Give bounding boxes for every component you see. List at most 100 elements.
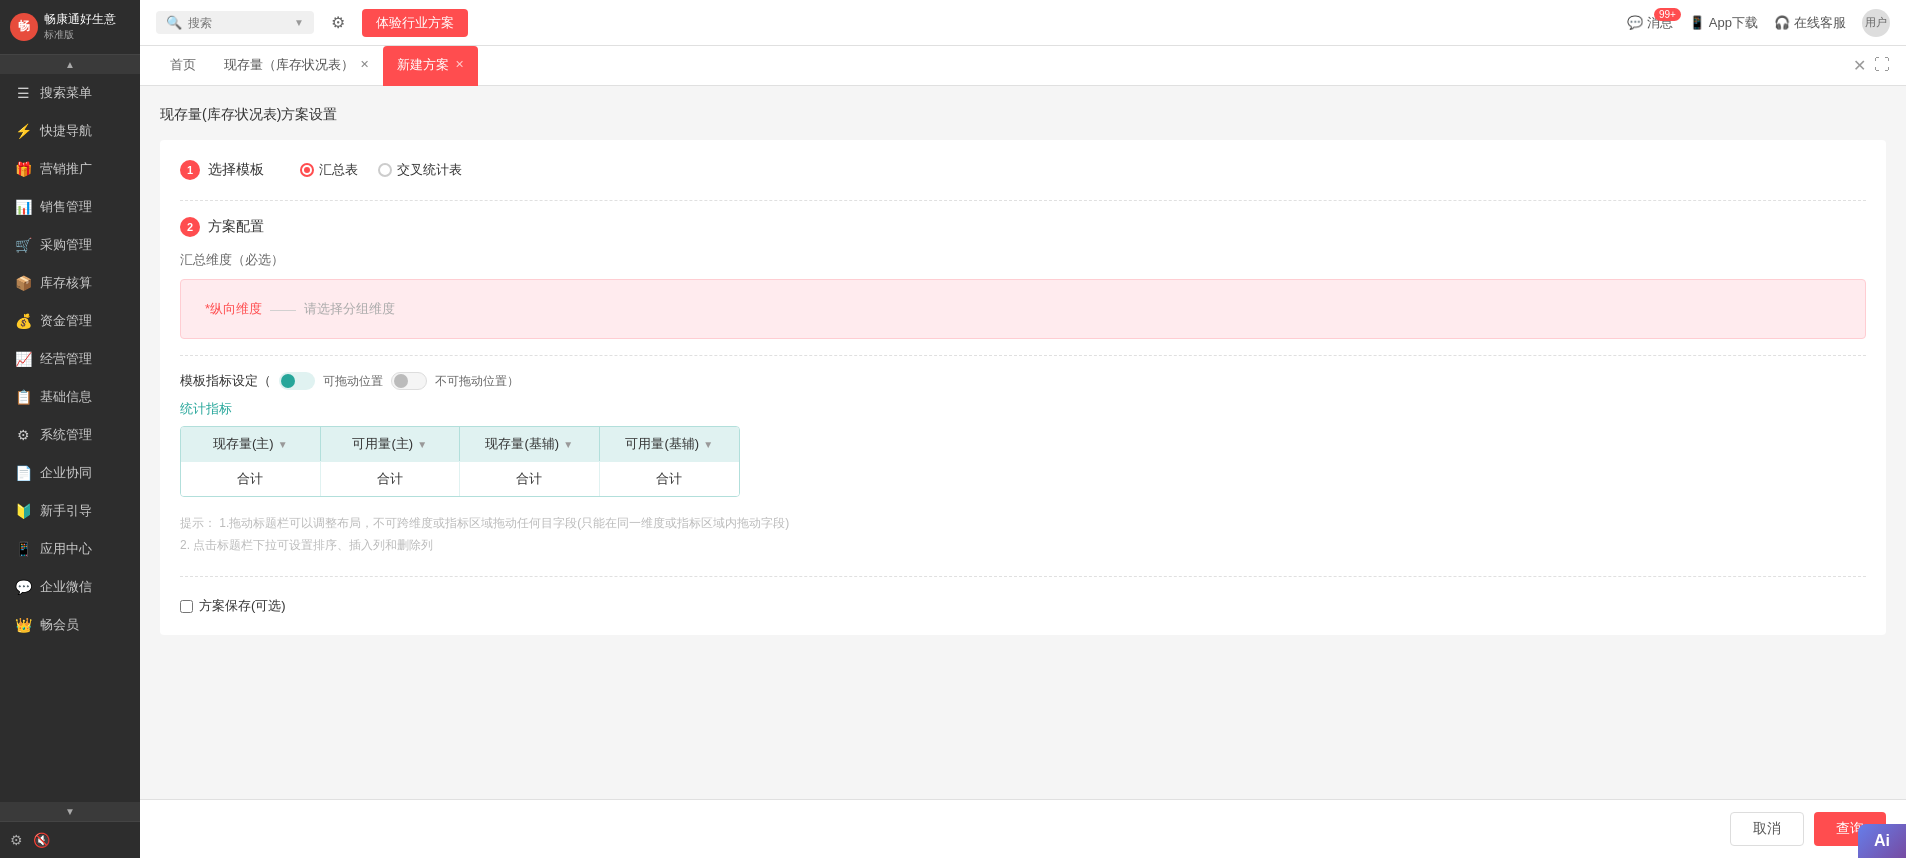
stats-table: 现存量(主) ▼ 可用量(主) ▼ 现存量(基辅) ▼ 可用量(基辅)	[180, 426, 740, 497]
sidebar-item-quick-nav[interactable]: ⚡ 快捷导航	[0, 112, 140, 150]
sidebar-item-search-menu[interactable]: ☰ 搜索菜单	[0, 74, 140, 112]
stats-col-1-header[interactable]: 现存量(主) ▼	[181, 427, 321, 461]
dimension-label: 汇总维度（必选）	[180, 251, 1866, 269]
tab-new-plan[interactable]: 新建方案 ✕	[383, 46, 478, 86]
app-download-link[interactable]: 📱 App下载	[1689, 14, 1758, 32]
cancel-button[interactable]: 取消	[1730, 812, 1804, 846]
sidebar-item-enterprise[interactable]: 📄 企业协同	[0, 454, 140, 492]
gear-icon[interactable]: ⚙	[324, 9, 352, 37]
sidebar-item-member[interactable]: 👑 畅会员	[0, 606, 140, 644]
dimension-dash: ——	[270, 302, 296, 317]
tab-home[interactable]: 首页	[156, 46, 210, 86]
sidebar-item-label: 畅会员	[40, 616, 79, 634]
app-download-label: App下载	[1709, 14, 1758, 32]
section1-num: 1	[180, 160, 200, 180]
wechat-icon: 💬	[14, 578, 32, 596]
sidebar-item-basic-info[interactable]: 📋 基础信息	[0, 378, 140, 416]
indicator-setting: 模板指标设定（ 可拖动位置 不可拖动位置）	[180, 372, 1866, 390]
avatar[interactable]: 用户	[1862, 9, 1890, 37]
close-window-icon[interactable]: ✕	[1853, 56, 1866, 75]
sidebar-item-label: 应用中心	[40, 540, 92, 558]
sidebar-scroll-up[interactable]: ▲	[0, 55, 140, 74]
ai-button[interactable]: Ai	[1858, 824, 1906, 858]
stats-col-2-header[interactable]: 可用量(主) ▼	[321, 427, 461, 461]
save-checkbox-row: 方案保存(可选)	[180, 597, 1866, 615]
sidebar-item-label: 库存核算	[40, 274, 92, 292]
newbie-icon: 🔰	[14, 502, 32, 520]
stats-table-body: 合计 合计 合计 合计	[181, 461, 739, 496]
stats-col-4-label: 可用量(基辅)	[625, 435, 699, 453]
online-service-link[interactable]: 🎧 在线客服	[1774, 14, 1846, 32]
divider2	[180, 355, 1866, 356]
indicator-drag-toggle[interactable]	[279, 372, 315, 390]
sidebar-item-label: 快捷导航	[40, 122, 92, 140]
sidebar-item-label: 新手引导	[40, 502, 92, 520]
search-menu-icon: ☰	[14, 84, 32, 102]
stats-col-3-header[interactable]: 现存量(基辅) ▼	[460, 427, 600, 461]
radio-cross[interactable]: 交叉统计表	[378, 161, 462, 179]
brand-icon: 畅	[10, 13, 38, 41]
divider1	[180, 200, 1866, 201]
home-label: 首页	[170, 56, 196, 74]
settings-card: 1 选择模板 汇总表 交叉统计表	[160, 140, 1886, 635]
sidebar-item-marketing[interactable]: 🎁 营销推广	[0, 150, 140, 188]
stats-section-label: 统计指标	[180, 400, 1866, 418]
sidebar-item-purchase[interactable]: 🛒 采购管理	[0, 226, 140, 264]
tabbar-actions: ✕ ⛶	[1853, 56, 1890, 75]
industry-plan-button[interactable]: 体验行业方案	[362, 9, 468, 37]
tip-2: 2. 点击标题栏下拉可设置排序、插入列和删除列	[180, 535, 1866, 557]
dimension-placeholder: 请选择分组维度	[304, 300, 395, 318]
sidebar-item-finance[interactable]: 💰 资金管理	[0, 302, 140, 340]
sidebar-item-wechat[interactable]: 💬 企业微信	[0, 568, 140, 606]
search-box[interactable]: 🔍 ▼	[156, 11, 314, 34]
sidebar-item-label: 资金管理	[40, 312, 92, 330]
stats-cell-4: 合计	[600, 461, 740, 496]
search-input[interactable]	[188, 16, 288, 30]
tab-inventory-close[interactable]: ✕	[360, 58, 369, 71]
expand-icon[interactable]: ⛶	[1874, 56, 1890, 75]
section-template: 1 选择模板 汇总表 交叉统计表	[180, 160, 1866, 180]
system-icon: ⚙	[14, 426, 32, 444]
save-checkbox-label[interactable]: 方案保存(可选)	[199, 597, 286, 615]
brand: 畅 畅康通好生意 标准版	[0, 0, 140, 55]
radio-summary[interactable]: 汇总表	[300, 161, 358, 179]
save-checkbox-input[interactable]	[180, 600, 193, 613]
sidebar-scroll-down[interactable]: ▼	[0, 802, 140, 821]
basic-info-icon: 📋	[14, 388, 32, 406]
sidebar-item-inventory[interactable]: 📦 库存核算	[0, 264, 140, 302]
bottom-bar: 取消 查询	[140, 799, 1906, 858]
headset-icon: 🎧	[1774, 15, 1790, 30]
purchase-icon: 🛒	[14, 236, 32, 254]
indicator-nodrag-toggle[interactable]	[391, 372, 427, 390]
message-count: 99+	[1654, 8, 1681, 21]
sidebar-item-newbie[interactable]: 🔰 新手引导	[0, 492, 140, 530]
stats-table-header: 现存量(主) ▼ 可用量(主) ▼ 现存量(基辅) ▼ 可用量(基辅)	[181, 427, 739, 461]
sidebar-item-sales[interactable]: 📊 销售管理	[0, 188, 140, 226]
sidebar-item-system[interactable]: ⚙ 系统管理	[0, 416, 140, 454]
message-badge[interactable]: 💬 消息 99+	[1627, 14, 1673, 32]
tabbar: 首页 现存量（库存状况表） ✕ 新建方案 ✕ ✕ ⛶	[140, 46, 1906, 86]
tab-inventory-status[interactable]: 现存量（库存状况表） ✕	[210, 46, 383, 86]
dimension-zone[interactable]: *纵向维度 —— 请选择分组维度	[180, 279, 1866, 339]
content-area: 现存量(库存状况表)方案设置 1 选择模板 汇总表 交叉统计表	[140, 86, 1906, 799]
dimension-required: *纵向维度	[205, 300, 262, 318]
inventory-icon: 📦	[14, 274, 32, 292]
brand-name: 畅康通好生意	[44, 12, 116, 28]
enterprise-icon: 📄	[14, 464, 32, 482]
mobile-icon: 📱	[1689, 15, 1705, 30]
indicator-setting-label: 模板指标设定（ 可拖动位置 不可拖动位置）	[180, 372, 1866, 390]
stats-col-4-header[interactable]: 可用量(基辅) ▼	[600, 427, 740, 461]
settings-icon[interactable]: ⚙	[10, 832, 23, 848]
topbar: 🔍 ▼ ⚙ 体验行业方案 💬 消息 99+ 📱 App下载 🎧 在线客服 用户	[140, 0, 1906, 46]
stats-col-3-chevron: ▼	[563, 439, 573, 450]
sidebar-item-label: 销售管理	[40, 198, 92, 216]
sound-icon[interactable]: 🔇	[33, 832, 50, 848]
sidebar-item-app-center[interactable]: 📱 应用中心	[0, 530, 140, 568]
sidebar-item-operations[interactable]: 📈 经营管理	[0, 340, 140, 378]
tab-inventory-label: 现存量（库存状况表）	[224, 56, 354, 74]
sales-icon: 📊	[14, 198, 32, 216]
app-center-icon: 📱	[14, 540, 32, 558]
tab-new-plan-close[interactable]: ✕	[455, 58, 464, 71]
sidebar-item-label: 企业微信	[40, 578, 92, 596]
member-icon: 👑	[14, 616, 32, 634]
